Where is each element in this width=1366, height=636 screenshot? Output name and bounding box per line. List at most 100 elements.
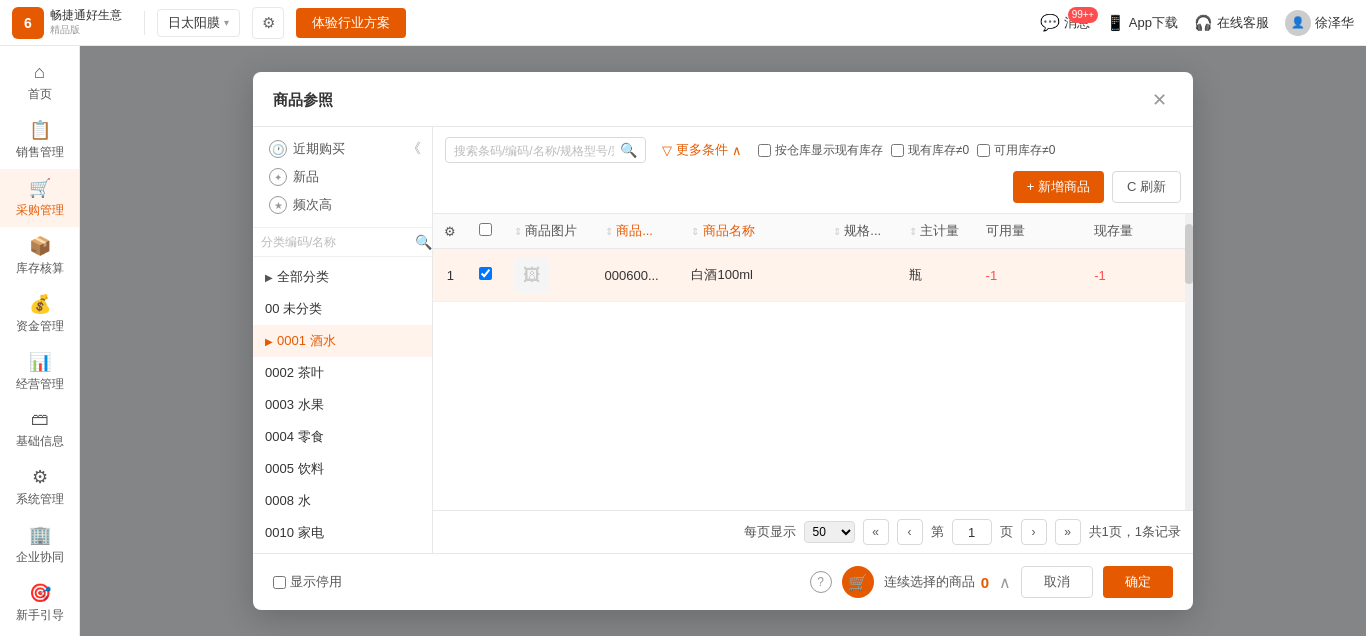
cat-item-0008[interactable]: 0008 水	[253, 485, 432, 517]
cancel-btn[interactable]: 取消	[1021, 566, 1093, 598]
filter-collapse-icon: ∧	[732, 143, 742, 158]
experience-btn[interactable]: 体验行业方案	[296, 8, 406, 38]
branch-dropdown[interactable]: 日太阳膜 ▾	[157, 9, 240, 37]
per-page-select[interactable]: 50 20 100	[804, 521, 855, 543]
table-row[interactable]: 1 🖼 000600... 白酒100ml	[433, 249, 1193, 302]
th-sort-code-icon[interactable]: ⇕	[605, 226, 613, 237]
sidebar-item-sales[interactable]: 📋 销售管理	[0, 111, 79, 169]
category-search-input[interactable]	[261, 235, 411, 249]
th-unit: ⇕ 主计量	[899, 214, 976, 249]
checkbox-stock-ne-input[interactable]	[891, 144, 904, 157]
th-sort-unit-icon[interactable]: ⇕	[909, 226, 917, 237]
shortcut-recent[interactable]: 🕐 近期购买	[261, 135, 353, 163]
td-img: 🖼	[504, 249, 595, 302]
footer-right: 取消 确定	[1021, 566, 1173, 598]
first-page-btn[interactable]: «	[863, 519, 889, 545]
td-checkbox[interactable]	[468, 249, 504, 302]
table-body: 1 🖼 000600... 白酒100ml	[433, 249, 1193, 302]
category-search-icon[interactable]: 🔍	[415, 234, 432, 250]
next-page-btn[interactable]: ›	[1021, 519, 1047, 545]
sidebar-item-enterprise[interactable]: 🏢 企业协同	[0, 516, 79, 574]
frequent-icon: ★	[269, 196, 287, 214]
filter-icon: ▽	[662, 143, 672, 158]
th-img: ⇕ 商品图片	[504, 214, 595, 249]
pagination: 每页显示 50 20 100 « ‹ 第 页 › » 共1页，1条记录	[433, 510, 1193, 553]
th-code: ⇕ 商品...	[595, 214, 682, 249]
system-icon: ⚙	[32, 466, 48, 488]
new-icon: ✦	[269, 168, 287, 186]
modal-title: 商品参照	[273, 91, 333, 110]
purchase-icon: 🛒	[29, 177, 51, 199]
footer-collapse-btn[interactable]: ∧	[999, 573, 1011, 592]
category-shortcuts: 🕐 近期购买 《 ✦ 新品 ★ 频次高	[253, 127, 432, 228]
shortcut-frequent[interactable]: ★ 频次高	[261, 191, 424, 219]
sidebar-item-basic[interactable]: 🗃 基础信息	[0, 401, 79, 458]
th-sort-spec-icon[interactable]: ⇕	[833, 226, 841, 237]
th-settings[interactable]: ⚙	[433, 214, 468, 249]
app-download-item[interactable]: 📱 App下载	[1106, 14, 1178, 32]
sidebar-item-finance[interactable]: 💰 资金管理	[0, 285, 79, 343]
modal-header: 商品参照 ✕	[253, 72, 1193, 127]
add-product-btn[interactable]: + 新增商品	[1013, 171, 1104, 203]
display-disabled-checkbox[interactable]: 显示停用	[273, 573, 342, 591]
cat-item-0010[interactable]: 0010 家电	[253, 517, 432, 549]
shortcut-new[interactable]: ✦ 新品	[261, 163, 424, 191]
recent-icon: 🕐	[269, 140, 287, 158]
th-spec: ⇕ 规格...	[823, 214, 899, 249]
modal-close-btn[interactable]: ✕	[1145, 86, 1173, 114]
cat-item-0004[interactable]: 0004 零食	[253, 421, 432, 453]
prev-page-btn[interactable]: ‹	[897, 519, 923, 545]
cat-item-00[interactable]: 00 未分类	[253, 293, 432, 325]
sidebar-item-purchase[interactable]: 🛒 采购管理	[0, 169, 79, 227]
help-icon[interactable]: ?	[810, 571, 832, 593]
last-page-btn[interactable]: »	[1055, 519, 1081, 545]
cat-item-0005[interactable]: 0005 饮料	[253, 453, 432, 485]
settings-icon[interactable]: ⚙	[252, 7, 284, 39]
cart-icon: 🛒	[842, 566, 874, 598]
filter-btn[interactable]: ▽ 更多条件 ∧	[654, 137, 750, 163]
row-checkbox[interactable]	[479, 267, 492, 280]
collapse-panel-btn[interactable]: 《	[404, 139, 424, 159]
checkbox-stock-ne[interactable]: 现有库存≠0	[891, 142, 969, 159]
category-panel: 🕐 近期购买 《 ✦ 新品 ★ 频次高	[253, 127, 433, 553]
cat-item-0002[interactable]: 0002 茶叶	[253, 357, 432, 389]
category-list: ▶ 全部分类 00 未分类 ▶ 0001 酒水 0002 茶叶	[253, 257, 432, 553]
td-code: 000600...	[595, 249, 682, 302]
refresh-btn[interactable]: C 刷新	[1112, 171, 1181, 203]
finance-icon: 💰	[29, 293, 51, 315]
user-item[interactable]: 👤 徐泽华	[1285, 10, 1354, 36]
th-sort-img-icon[interactable]: ⇕	[514, 226, 522, 237]
th-sort-name-icon[interactable]: ⇕	[691, 226, 699, 237]
table-container: ⚙ ⇕ 商品图片 ⇕ 商品...	[433, 214, 1193, 510]
sidebar-item-inventory[interactable]: 📦 库存核算	[0, 227, 79, 285]
product-search-input[interactable]	[454, 143, 614, 158]
cat-item-0001[interactable]: ▶ 0001 酒水	[253, 325, 432, 357]
message-badge: 99++	[1068, 7, 1098, 23]
checkbox-avail-ne[interactable]: 可用库存≠0	[977, 142, 1055, 159]
sidebar-item-guide[interactable]: 🎯 新手引导	[0, 574, 79, 632]
sidebar-item-business[interactable]: 📊 经营管理	[0, 343, 79, 401]
sidebar-item-home[interactable]: ⌂ 首页	[0, 54, 79, 111]
online-service-item[interactable]: 🎧 在线客服	[1194, 14, 1269, 32]
messages-item[interactable]: 💬 消息 99++	[1040, 13, 1090, 32]
display-disabled-input[interactable]	[273, 576, 286, 589]
nav-separator	[144, 11, 145, 35]
th-checkbox[interactable]	[468, 214, 504, 249]
td-spec	[823, 249, 899, 302]
cat-item-0003[interactable]: 0003 水果	[253, 389, 432, 421]
td-available: -1	[976, 249, 1085, 302]
table-scrollbar[interactable]	[1185, 214, 1193, 510]
select-all-checkbox[interactable]	[479, 223, 492, 236]
td-unit: 瓶	[899, 249, 976, 302]
sidebar-item-system[interactable]: ⚙ 系统管理	[0, 458, 79, 516]
table-scrollbar-thumb	[1185, 224, 1193, 284]
sidebar-item-apps[interactable]: 📱 应用中心	[0, 632, 79, 636]
logo-text: 畅捷通好生意	[50, 8, 122, 24]
page-input[interactable]	[952, 519, 992, 545]
checkbox-warehouse[interactable]: 按仓库显示现有库存	[758, 142, 883, 159]
checkbox-warehouse-input[interactable]	[758, 144, 771, 157]
checkbox-avail-ne-input[interactable]	[977, 144, 990, 157]
product-search-icon[interactable]: 🔍	[620, 142, 637, 158]
cat-item-all[interactable]: ▶ 全部分类	[253, 261, 432, 293]
confirm-btn[interactable]: 确定	[1103, 566, 1173, 598]
